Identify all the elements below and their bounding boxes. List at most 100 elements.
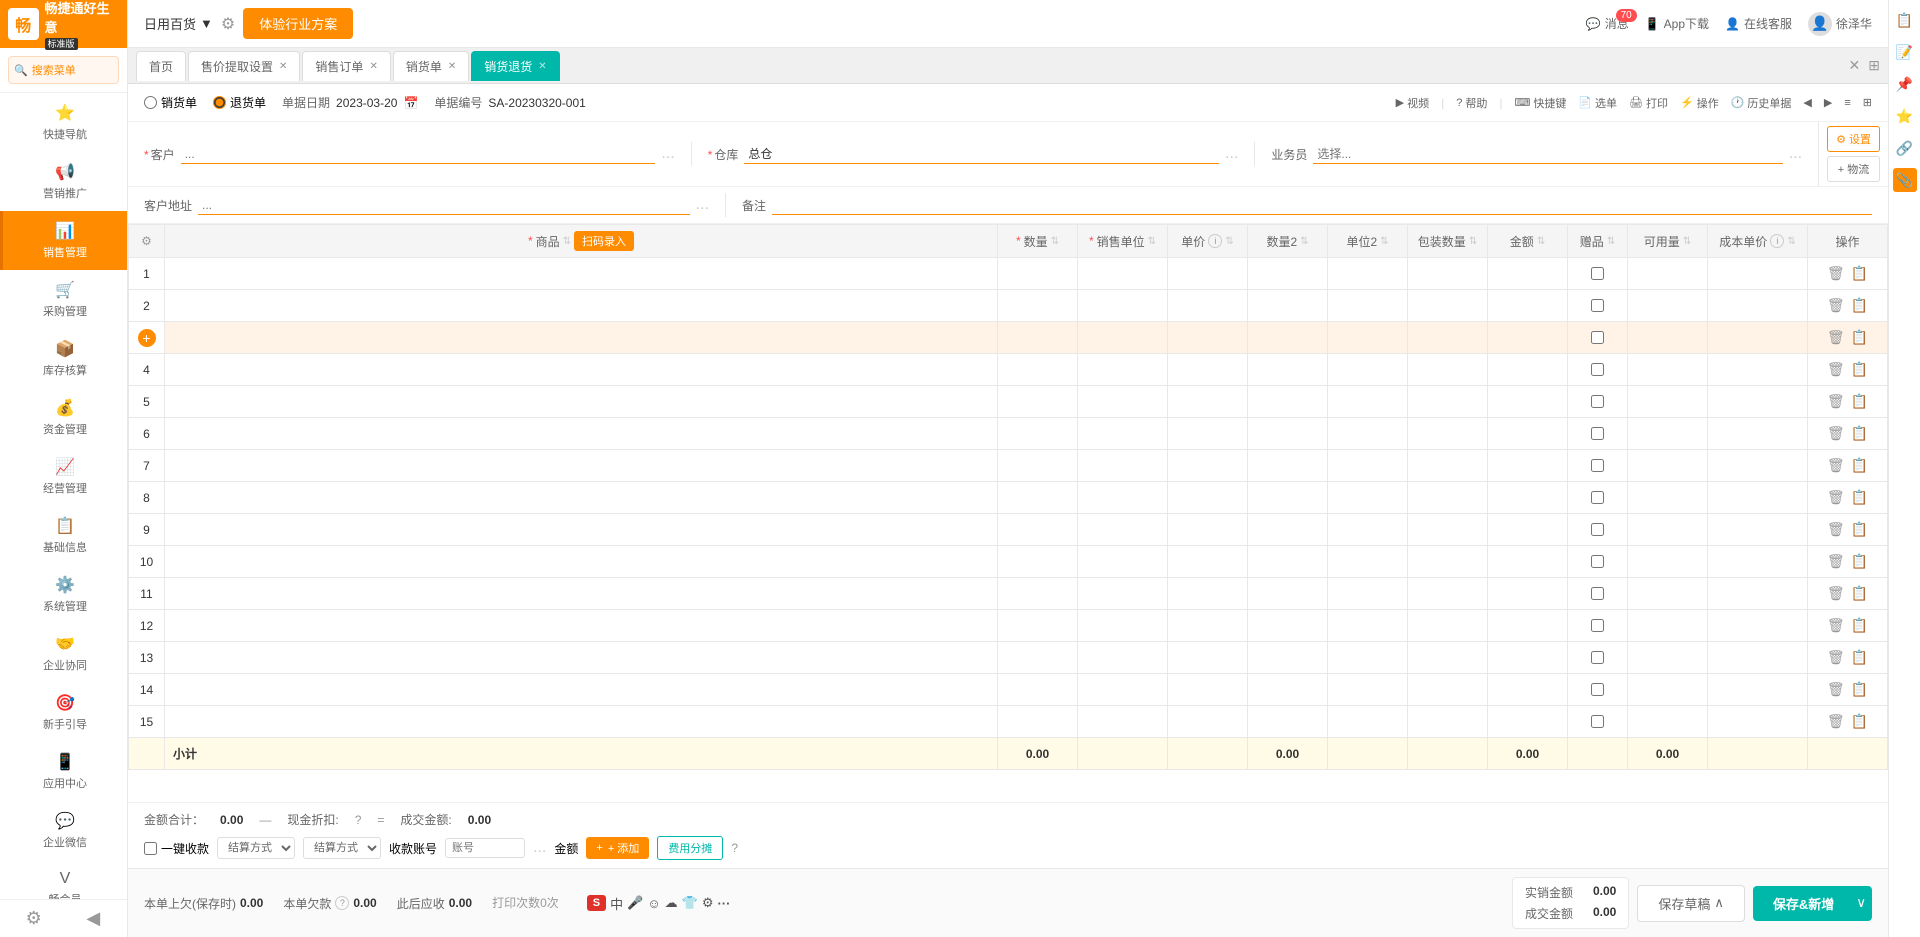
- fee-split-button[interactable]: 费用分摊: [657, 836, 723, 860]
- gift-checkbox-7[interactable]: [1591, 459, 1604, 472]
- history-button[interactable]: 🕐 历史单据: [1731, 95, 1792, 111]
- choose-button[interactable]: 📄 选单: [1578, 95, 1617, 111]
- gift-checkbox-6[interactable]: [1591, 427, 1604, 440]
- tab-price-settings[interactable]: 售价提取设置 ✕: [188, 51, 300, 81]
- sidebar-item-system[interactable]: ⚙️ 系统管理: [0, 565, 127, 624]
- radio-sale[interactable]: 销货单: [144, 94, 197, 111]
- delete-row-9-icon[interactable]: 🗑: [1827, 521, 1845, 538]
- sidebar-item-enterprise[interactable]: 🤝 企业协同: [0, 624, 127, 683]
- quick-btn-3[interactable]: 📌: [1893, 72, 1917, 96]
- product-input-row3[interactable]: [171, 330, 991, 345]
- remark-input[interactable]: [772, 196, 1872, 215]
- shortcut-button[interactable]: ⌨ 快捷键: [1514, 95, 1566, 111]
- copy-row-7-icon[interactable]: 📋: [1851, 457, 1868, 474]
- save-new-button[interactable]: 保存&新增: [1753, 886, 1854, 921]
- one-click-payment-checkbox[interactable]: 一键收款: [144, 840, 209, 857]
- sort-unit-icon[interactable]: ⇅: [1148, 236, 1156, 247]
- user-info[interactable]: 👤 徐泽华: [1808, 12, 1872, 36]
- delete-row-12-icon[interactable]: 🗑: [1827, 617, 1845, 634]
- gift-checkbox-14[interactable]: [1591, 683, 1604, 696]
- copy-row-11-icon[interactable]: 📋: [1851, 585, 1868, 602]
- tab-sales-order[interactable]: 销售订单 ✕: [302, 51, 390, 81]
- address-input[interactable]: [198, 196, 690, 215]
- delete-row-10-icon[interactable]: 🗑: [1827, 553, 1845, 570]
- sort-unit2-icon[interactable]: ⇅: [1380, 236, 1388, 247]
- sidebar-settings-button[interactable]: ⚙: [8, 908, 60, 929]
- sidebar-item-operation[interactable]: 📈 经营管理: [0, 447, 127, 506]
- logistics-button[interactable]: + 物流: [1827, 156, 1880, 182]
- delete-row-13-icon[interactable]: 🗑: [1827, 649, 1845, 666]
- radio-sale-input[interactable]: [144, 96, 157, 109]
- customer-dots-button[interactable]: ...: [661, 145, 674, 163]
- tab-close-icon[interactable]: ✕: [538, 61, 546, 72]
- quick-btn-6[interactable]: 📎: [1893, 168, 1917, 192]
- warehouse-input[interactable]: [744, 145, 1219, 164]
- notification-button[interactable]: 💬 消息 70: [1586, 15, 1629, 32]
- quick-btn-5[interactable]: 🔗: [1893, 136, 1917, 160]
- copy-row-9-icon[interactable]: 📋: [1851, 521, 1868, 538]
- sort-cost-icon[interactable]: ⇅: [1787, 236, 1795, 247]
- sidebar-item-appcenter[interactable]: 📱 应用中心: [0, 742, 127, 801]
- breadcrumb-select[interactable]: 日用百货 ▼: [144, 14, 213, 33]
- quick-btn-4[interactable]: ⭐: [1893, 104, 1917, 128]
- copy-row-14-icon[interactable]: 📋: [1851, 681, 1868, 698]
- sidebar-item-shortcut[interactable]: ⭐ 快捷导航: [0, 93, 127, 152]
- sidebar-item-purchase[interactable]: 🛒 采购管理: [0, 270, 127, 329]
- app-download-button[interactable]: 📱 App下载: [1645, 15, 1709, 32]
- delete-row-14-icon[interactable]: 🗑: [1827, 681, 1845, 698]
- copy-row-3-icon[interactable]: 📋: [1851, 329, 1868, 346]
- account-dots-button[interactable]: ...: [533, 839, 546, 857]
- tab-sales[interactable]: 销货单 ✕: [393, 51, 469, 81]
- account-input[interactable]: [445, 838, 525, 858]
- copy-row-6-icon[interactable]: 📋: [1851, 425, 1868, 442]
- online-service-button[interactable]: 👤 在线客服: [1725, 15, 1792, 32]
- cost-info-icon[interactable]: i: [1770, 234, 1784, 248]
- sort-price-icon[interactable]: ⇅: [1225, 236, 1233, 247]
- scan-input-button[interactable]: 扫码录入: [574, 231, 634, 251]
- delete-row-1-icon[interactable]: 🗑: [1827, 265, 1845, 282]
- gift-checkbox-8[interactable]: [1591, 491, 1604, 504]
- delete-row-8-icon[interactable]: 🗑: [1827, 489, 1845, 506]
- tab-close-icon[interactable]: ✕: [448, 61, 456, 72]
- sort-gift-icon[interactable]: ⇅: [1607, 236, 1615, 247]
- radio-return-input[interactable]: [213, 96, 226, 109]
- gift-checkbox-12[interactable]: [1591, 619, 1604, 632]
- copy-row-15-icon[interactable]: 📋: [1851, 713, 1868, 730]
- salesperson-input[interactable]: [1313, 145, 1782, 164]
- delete-row-15-icon[interactable]: 🗑: [1827, 713, 1845, 730]
- sort-amount-icon[interactable]: ⇅: [1537, 236, 1545, 247]
- sort-avail-icon[interactable]: ⇅: [1683, 236, 1691, 247]
- summary-method-select[interactable]: 结算方式: [303, 837, 381, 859]
- help-button[interactable]: ? 帮助: [1456, 95, 1487, 111]
- calc-method-select[interactable]: 结算方式: [217, 837, 295, 859]
- gift-checkbox-2[interactable]: [1591, 299, 1604, 312]
- col-settings-icon[interactable]: ⚙: [141, 234, 152, 248]
- gift-checkbox-9[interactable]: [1591, 523, 1604, 536]
- fee-help-icon[interactable]: ?: [731, 841, 738, 855]
- price-info-icon[interactable]: i: [1208, 234, 1222, 248]
- sidebar-item-sales[interactable]: 📊 销售管理: [0, 211, 127, 270]
- calendar-icon[interactable]: 📅: [403, 96, 418, 110]
- gift-checkbox-11[interactable]: [1591, 587, 1604, 600]
- tab-sales-return[interactable]: 销货退货 ✕: [471, 51, 559, 81]
- sidebar-item-wechat[interactable]: 💬 企业微信: [0, 801, 127, 860]
- sort-qty-icon[interactable]: ⇅: [1051, 236, 1059, 247]
- settings-button[interactable]: ⚙ 设置: [1827, 126, 1880, 152]
- operate-button[interactable]: ⚡ 操作: [1680, 95, 1719, 111]
- add-button[interactable]: + + 添加: [586, 837, 649, 859]
- gift-checkbox-3[interactable]: [1591, 331, 1604, 344]
- payment-checkbox-input[interactable]: [144, 842, 157, 855]
- copy-row-1-icon[interactable]: 📋: [1851, 265, 1868, 282]
- search-menu-button[interactable]: 🔍 搜索菜单: [8, 56, 119, 84]
- sort-product-icon[interactable]: ⇅: [563, 236, 571, 247]
- print-button[interactable]: 🖨 打印: [1629, 95, 1668, 111]
- delete-row-6-icon[interactable]: 🗑: [1827, 425, 1845, 442]
- delete-row-11-icon[interactable]: 🗑: [1827, 585, 1845, 602]
- delete-row-4-icon[interactable]: 🗑: [1827, 361, 1845, 378]
- delete-row-5-icon[interactable]: 🗑: [1827, 393, 1845, 410]
- add-row-button[interactable]: +: [138, 329, 156, 347]
- prev-button[interactable]: ◀: [1803, 96, 1811, 109]
- video-button[interactable]: ▶ 视频: [1396, 95, 1429, 111]
- sidebar-collapse-button[interactable]: ◀: [68, 908, 120, 929]
- gift-checkbox-4[interactable]: [1591, 363, 1604, 376]
